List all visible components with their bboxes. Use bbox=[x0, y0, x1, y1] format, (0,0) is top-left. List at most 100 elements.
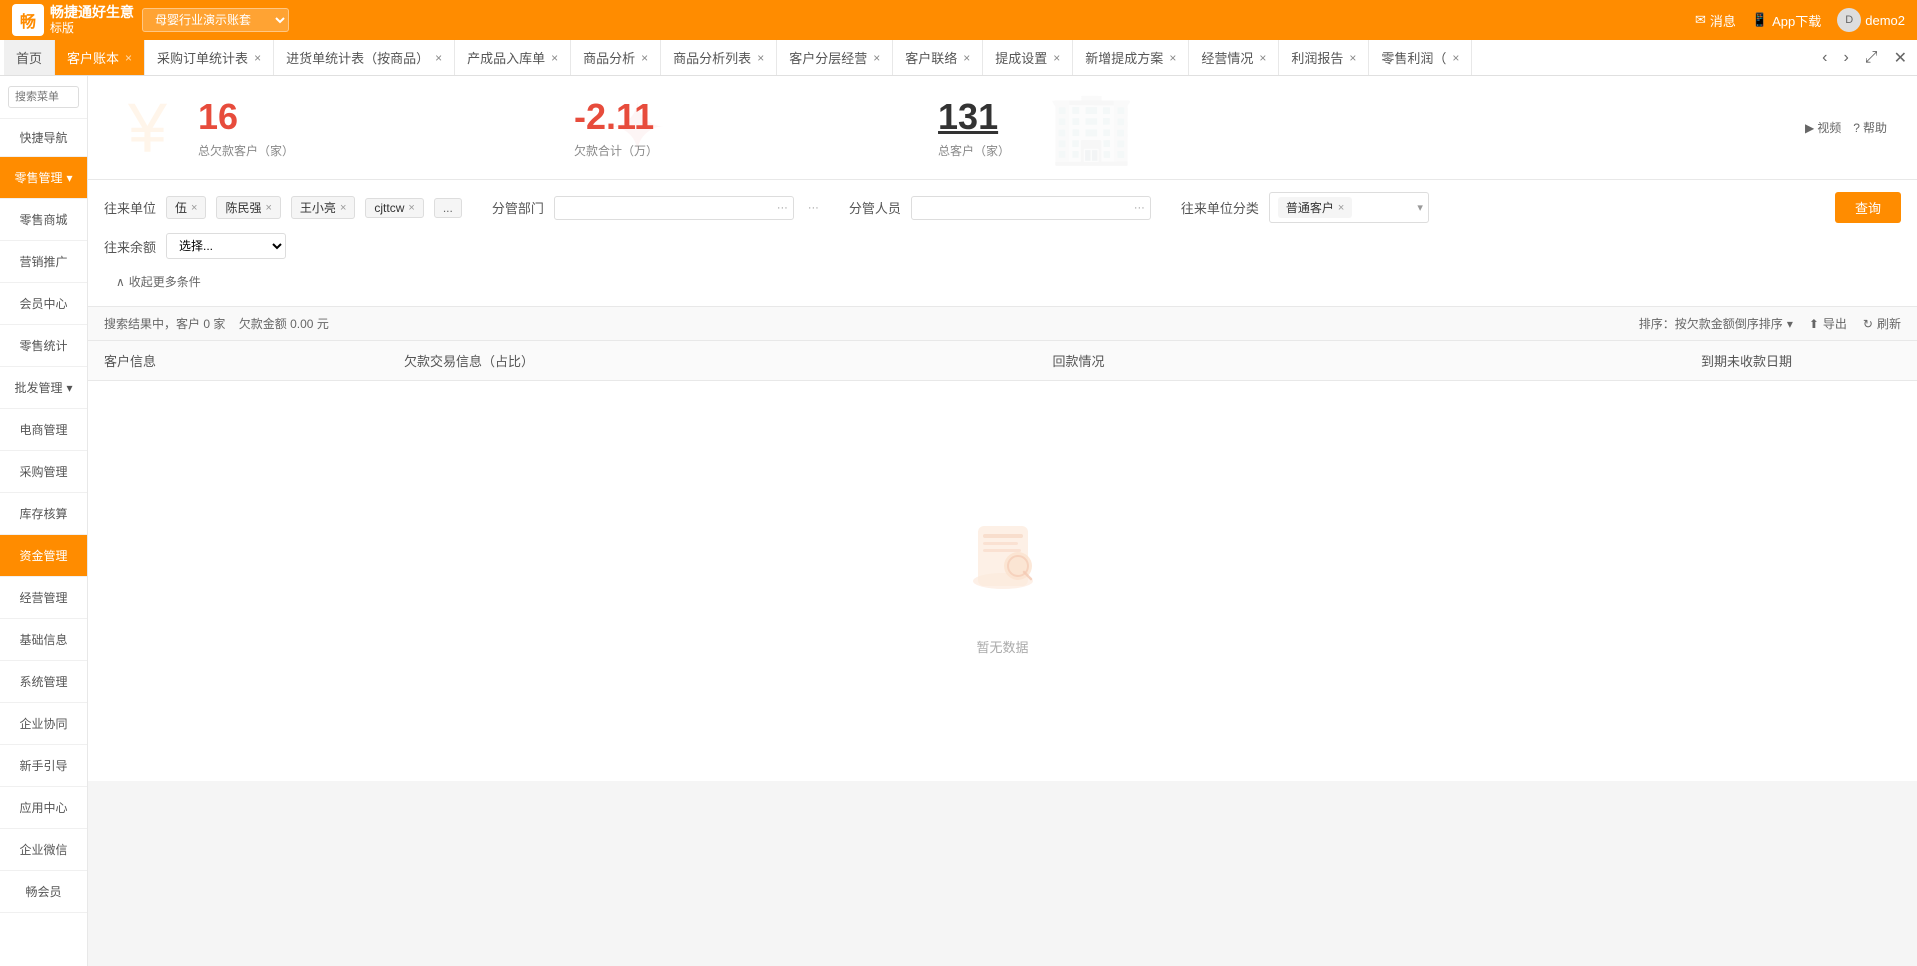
help-btn[interactable]: ? 帮助 bbox=[1853, 119, 1887, 136]
sidebar-newbie-label: 新手引导 bbox=[19, 759, 67, 773]
stat-debt-customers: 16 总欠款客户（家） bbox=[118, 96, 354, 159]
sort-label: 排序：按欠款金额倒序排序 ▾ bbox=[1639, 315, 1793, 332]
message-btn[interactable]: ✉ 消息 bbox=[1695, 11, 1736, 30]
filter-tag-chen-remove[interactable]: × bbox=[265, 202, 271, 214]
filter-tag-wang-remove[interactable]: × bbox=[340, 202, 346, 214]
tab-close-operations[interactable]: × bbox=[1259, 51, 1266, 65]
unit-category-remove[interactable]: × bbox=[1338, 202, 1344, 214]
sidebar-item-retail[interactable]: 零售管理 ▾ bbox=[0, 157, 87, 199]
tab-product-storage[interactable]: 产成品入库单 × bbox=[455, 40, 571, 76]
empty-illustration bbox=[953, 506, 1053, 606]
sidebar-quick-nav[interactable]: 快捷导航 bbox=[0, 119, 87, 157]
sidebar-item-wholesale[interactable]: 批发管理 ▾ bbox=[0, 367, 87, 409]
avatar-icon: D bbox=[1837, 8, 1861, 32]
user-menu[interactable]: D demo2 bbox=[1837, 8, 1905, 32]
video-btn[interactable]: ▶ 视频 bbox=[1805, 119, 1841, 136]
tab-customer-tier[interactable]: 客户分层经营 × bbox=[777, 40, 893, 76]
tab-purchase-stats[interactable]: 进货单统计表（按商品） × bbox=[274, 40, 455, 76]
debt-customers-label: 总欠款客户（家） bbox=[198, 142, 294, 159]
purchase-order-tab-label: 采购订单统计表 bbox=[157, 48, 248, 67]
filter-tag-more[interactable]: ... bbox=[434, 198, 462, 218]
purchase-stats-tab-label: 进货单统计表（按商品） bbox=[286, 48, 429, 67]
chevron-up-icon: ∧ bbox=[116, 275, 125, 289]
sidebar-item-marketing[interactable]: 营销推广 bbox=[0, 241, 87, 283]
tab-next-btn[interactable]: › bbox=[1837, 47, 1854, 69]
tab-close-purchase-stats[interactable]: × bbox=[435, 51, 442, 65]
tab-close-customer-account[interactable]: × bbox=[125, 51, 132, 65]
sidebar-inventory-label: 库存核算 bbox=[19, 507, 67, 521]
tab-operations[interactable]: 经营情况 × bbox=[1189, 40, 1279, 76]
tab-customer-contact[interactable]: 客户联络 × bbox=[893, 40, 983, 76]
sidebar-item-finance[interactable]: 资金管理 bbox=[0, 535, 87, 577]
sidebar-item-system[interactable]: 系统管理 bbox=[0, 661, 87, 703]
filter-tag-cjttcw-remove[interactable]: × bbox=[408, 202, 414, 214]
unit-category-wrapper: 普通客户 × ▾ bbox=[1269, 192, 1429, 223]
filter-area: 往来单位 伍 × 陈民强 × 王小亮 × cjttcw × bbox=[88, 180, 1917, 307]
unit-category-input[interactable]: 普通客户 × bbox=[1269, 192, 1429, 223]
video-label: 视频 bbox=[1817, 119, 1841, 136]
tab-close-product-storage[interactable]: × bbox=[551, 51, 558, 65]
workspace-select[interactable]: 母婴行业演示账套 bbox=[142, 8, 289, 32]
person-filter-label: 分管人员 bbox=[849, 198, 901, 217]
sidebar-item-operations[interactable]: 经营管理 bbox=[0, 577, 87, 619]
tab-goods-analysis-list[interactable]: 商品分析列表 × bbox=[661, 40, 777, 76]
sidebar-item-enterprise-wechat[interactable]: 企业微信 bbox=[0, 829, 87, 871]
tab-commission-settings[interactable]: 提成设置 × bbox=[983, 40, 1073, 76]
tab-close-purchase-order[interactable]: × bbox=[254, 51, 261, 65]
sidebar-item-member-plus[interactable]: 畅会员 bbox=[0, 871, 87, 913]
empty-text: 暂无数据 bbox=[976, 637, 1028, 656]
tab-goods-analysis[interactable]: 商品分析 × bbox=[571, 40, 661, 76]
col-customer-info: 客户信息 bbox=[104, 351, 404, 370]
filter-tag-chen-text: 陈民强 bbox=[225, 199, 261, 216]
tab-expand-btn[interactable]: ⤢ bbox=[1859, 47, 1884, 69]
sidebar-retail-mall-label: 零售商城 bbox=[19, 213, 67, 227]
sidebar-item-retail-stats[interactable]: 零售统计 bbox=[0, 325, 87, 367]
tab-new-commission[interactable]: 新增提成方案 × bbox=[1073, 40, 1189, 76]
debt-customers-value: 16 bbox=[198, 96, 294, 138]
tab-close-customer-contact[interactable]: × bbox=[963, 51, 970, 65]
top-bar-right: ✉ 消息 📱 App下载 D demo2 bbox=[1695, 8, 1905, 32]
tab-purchase-order[interactable]: 采购订单统计表 × bbox=[145, 40, 274, 76]
dept-input[interactable] bbox=[554, 196, 794, 220]
tab-close-commission-settings[interactable]: × bbox=[1053, 51, 1060, 65]
query-button[interactable]: 查询 bbox=[1835, 192, 1901, 223]
collapse-btn[interactable]: ∧ 收起更多条件 bbox=[104, 269, 1901, 294]
sidebar-item-basic-info[interactable]: 基础信息 bbox=[0, 619, 87, 661]
sidebar-item-ecommerce[interactable]: 电商管理 bbox=[0, 409, 87, 451]
tab-retail-profit[interactable]: 零售利润（ × bbox=[1369, 40, 1472, 76]
tab-profit-report[interactable]: 利润报告 × bbox=[1279, 40, 1369, 76]
sidebar-item-newbie[interactable]: 新手引导 bbox=[0, 745, 87, 787]
sidebar-item-member[interactable]: 会员中心 bbox=[0, 283, 87, 325]
debt-amount-unit: 元 bbox=[317, 317, 329, 331]
balance-select[interactable]: 选择... bbox=[166, 233, 286, 259]
filter-tag-cjttcw-text: cjttcw bbox=[374, 201, 404, 215]
tab-home[interactable]: 首页 bbox=[4, 40, 55, 76]
export-icon: ⬆ bbox=[1809, 317, 1819, 331]
export-btn[interactable]: ⬆ 导出 bbox=[1809, 315, 1847, 332]
tab-close-profit-report[interactable]: × bbox=[1349, 51, 1356, 65]
sidebar-item-enterprise-collab[interactable]: 企业协同 bbox=[0, 703, 87, 745]
person-input[interactable] bbox=[911, 196, 1151, 220]
unit-filter-label: 往来单位 bbox=[104, 198, 156, 217]
search-menu-input[interactable] bbox=[8, 86, 79, 108]
tab-close-goods-analysis-list[interactable]: × bbox=[757, 51, 764, 65]
tab-close-new-commission[interactable]: × bbox=[1169, 51, 1176, 65]
app-download-btn[interactable]: 📱 App下载 bbox=[1752, 11, 1821, 30]
filter-row-2: 往来余额 选择... bbox=[104, 233, 1901, 259]
results-unit: 家 bbox=[213, 317, 225, 331]
filter-tag-wu-remove[interactable]: × bbox=[191, 202, 197, 214]
tab-close-retail-profit[interactable]: × bbox=[1452, 51, 1459, 65]
tab-close-goods-analysis[interactable]: × bbox=[641, 51, 648, 65]
tab-customer-account[interactable]: 客户账本 × bbox=[55, 40, 145, 76]
sidebar-item-retail-mall[interactable]: 零售商城 bbox=[0, 199, 87, 241]
sidebar-item-app-center[interactable]: 应用中心 bbox=[0, 787, 87, 829]
tab-close-customer-tier[interactable]: × bbox=[873, 51, 880, 65]
tab-prev-btn[interactable]: ‹ bbox=[1816, 47, 1833, 69]
sidebar-item-purchase[interactable]: 采购管理 bbox=[0, 451, 87, 493]
refresh-btn[interactable]: ↻ 刷新 bbox=[1863, 315, 1901, 332]
logo-icon: 畅 bbox=[12, 4, 44, 36]
sidebar-item-inventory[interactable]: 库存核算 bbox=[0, 493, 87, 535]
balance-filter-label: 往来余额 bbox=[104, 237, 156, 256]
sidebar-system-label: 系统管理 bbox=[19, 675, 67, 689]
tab-close-all-btn[interactable]: ✕ bbox=[1888, 46, 1913, 70]
